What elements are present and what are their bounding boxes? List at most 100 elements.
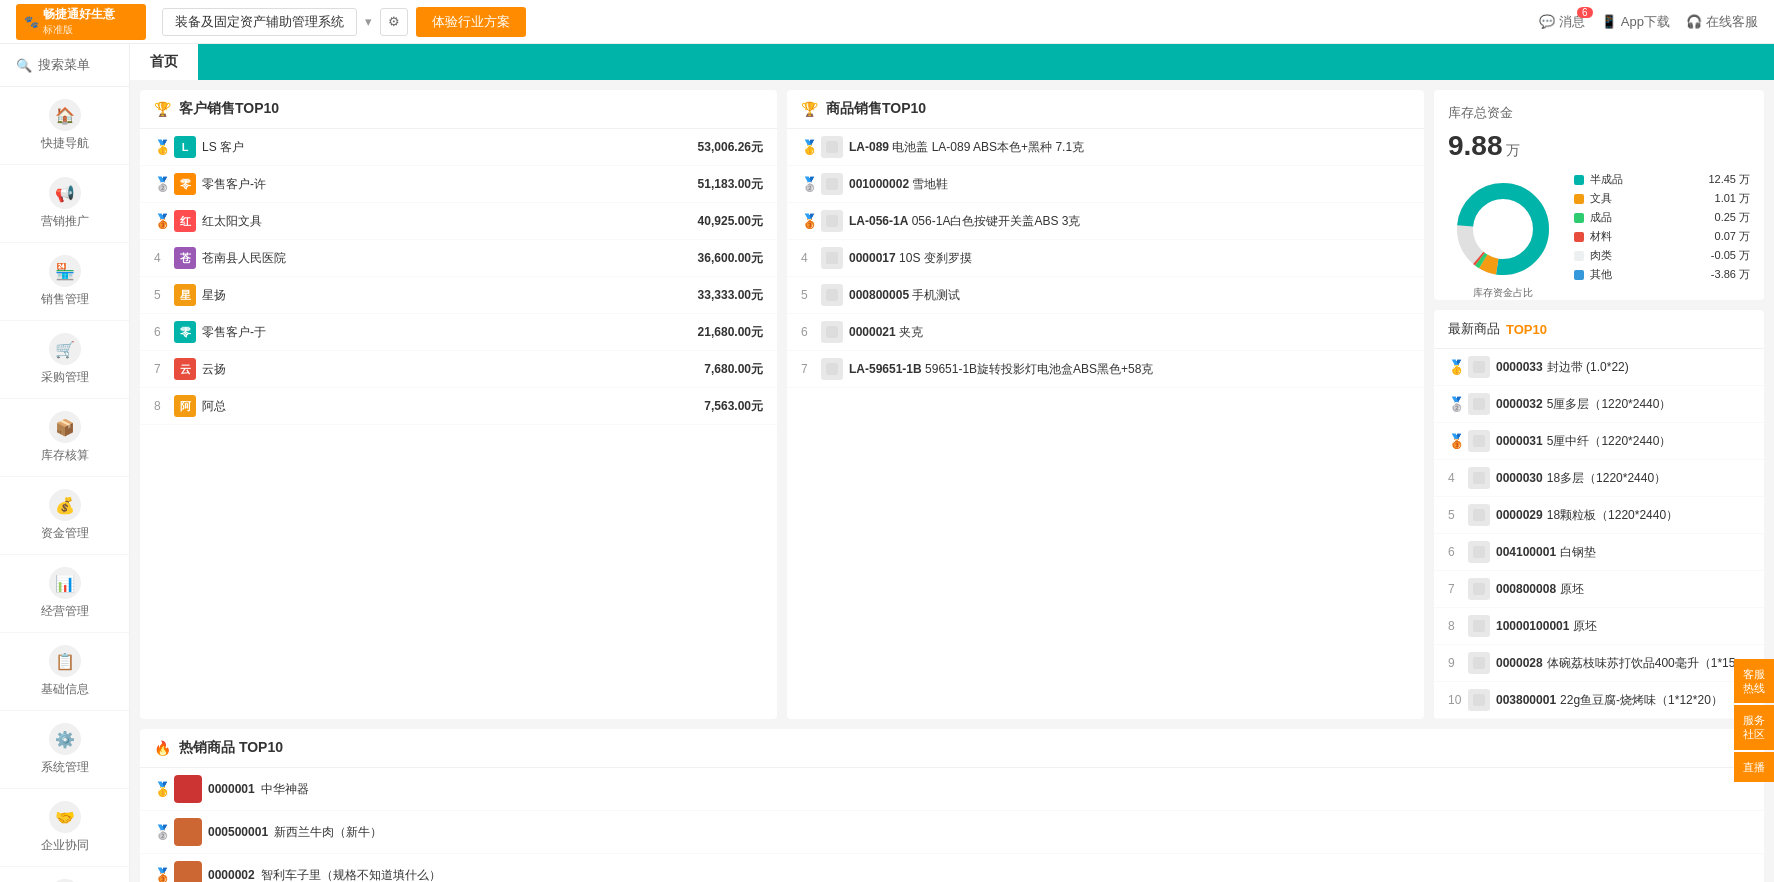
sidebar-item-basic[interactable]: 📋 基础信息 [0, 633, 129, 711]
list-item: 🥈 000500001新西兰牛肉（新牛） [140, 811, 1764, 854]
system-name[interactable]: 装备及固定资产辅助管理系统 [162, 8, 357, 36]
table-row: 5 000800005 手机测试 [787, 277, 1424, 314]
product-info: 000500001新西兰牛肉（新牛） [208, 824, 1750, 841]
table-row: 7 云 云扬 7,680.00元 [140, 351, 777, 388]
trial-button[interactable]: 体验行业方案 [416, 7, 526, 37]
latest-products-list: 🥇 0000033封边带 (1.0*22) 🥈 00000325厘多层（1220… [1434, 349, 1764, 719]
hot-products-list: 🥇 0000001中华神器 🥈 000500001新西兰牛肉（新牛） 🥉 000… [140, 768, 1764, 882]
online-service-button[interactable]: 🎧 在线客服 [1686, 13, 1758, 31]
hot-products-section: 🔥 热销商品 TOP10 🥇 0000001中华神器 🥈 000500001新西… [130, 729, 1774, 882]
gear-icon[interactable]: ⚙ [380, 8, 408, 36]
customer-value: 7,680.00元 [704, 361, 763, 378]
list-item: 🥇 0000033封边带 (1.0*22) [1434, 349, 1764, 386]
rank-number: 8 [154, 399, 174, 413]
product-avatar [1468, 578, 1490, 600]
medal-icon: 🥇 [1448, 359, 1468, 375]
rank-number: 5 [801, 288, 821, 302]
main-grid: 🏆 客户销售TOP10 🥇 L LS 客户 53,006.26元 🥈 零 零售客… [130, 80, 1774, 729]
inventory-unit: 万 [1506, 142, 1520, 158]
svg-rect-20 [1473, 657, 1485, 669]
table-row: 6 零 零售客户-于 21,680.00元 [140, 314, 777, 351]
customer-ranking-card: 🏆 客户销售TOP10 🥇 L LS 客户 53,006.26元 🥈 零 零售客… [140, 90, 777, 719]
product-info: 000800005 手机测试 [849, 287, 1410, 304]
list-item: 10 00380000122g鱼豆腐-烧烤味（1*12*20） [1434, 682, 1764, 719]
product-avatar [1468, 504, 1490, 526]
logo-line2: 标准版 [43, 23, 115, 37]
megaphone-icon: 📢 [49, 177, 81, 209]
top10-label: TOP10 [1506, 322, 1547, 337]
legend-value: 1.01 万 [1715, 191, 1750, 206]
nav-tabs: 首页 [130, 44, 1774, 80]
product-info: 000003018多层（1220*2440） [1496, 470, 1750, 487]
product-ranking-header: 🏆 商品销售TOP10 [787, 90, 1424, 129]
customer-name: 阿总 [202, 398, 696, 415]
hot-products-title: 热销商品 TOP10 [179, 739, 283, 757]
product-info: 0000033封边带 (1.0*22) [1496, 359, 1750, 376]
product-avatar [1468, 541, 1490, 563]
svg-rect-19 [1473, 620, 1485, 632]
legend-value: 0.25 万 [1715, 210, 1750, 225]
product-avatar [1468, 652, 1490, 674]
medal-icon: 🥈 [1448, 396, 1468, 412]
sidebar-item-system[interactable]: ⚙️ 系统管理 [0, 711, 129, 789]
product-info: 00380000122g鱼豆腐-烧烤味（1*12*20） [1496, 692, 1750, 709]
store-icon: 🏪 [49, 255, 81, 287]
clipboard-icon: 📋 [49, 645, 81, 677]
product-avatar [1468, 430, 1490, 452]
sidebar-item-label: 快捷导航 [41, 135, 89, 152]
legend-color-dot [1574, 270, 1584, 280]
home-icon: 🏠 [49, 99, 81, 131]
list-item: 🥈 00000325厘多层（1220*2440） [1434, 386, 1764, 423]
product-info: 00000325厘多层（1220*2440） [1496, 396, 1750, 413]
logo: 🐾 畅捷通好生意 标准版 [16, 4, 146, 40]
legend-value: 0.07 万 [1715, 229, 1750, 244]
customer-service-button[interactable]: 客服热线 [1734, 659, 1774, 704]
product-info: 10000100001原坯 [1496, 618, 1750, 635]
customer-value: 7,563.00元 [704, 398, 763, 415]
sidebar-item-guide[interactable]: 🎯 新手引导 [0, 867, 129, 882]
list-item: 🥉 00000315厘中纤（1220*2440） [1434, 423, 1764, 460]
customer-value: 36,600.00元 [698, 250, 763, 267]
tab-home[interactable]: 首页 [130, 44, 198, 80]
product-info: 000002918颗粒板（1220*2440） [1496, 507, 1750, 524]
list-item: 🥉 0000002智利车子里（规格不知道填什么） [140, 854, 1764, 882]
cart-icon: 🛒 [49, 333, 81, 365]
list-item: 8 10000100001原坯 [1434, 608, 1764, 645]
product-avatar [1468, 615, 1490, 637]
legend-color-dot [1574, 194, 1584, 204]
product-avatar [1468, 393, 1490, 415]
customer-avatar: 阿 [174, 395, 196, 417]
sidebar-item-sales[interactable]: 🏪 销售管理 [0, 243, 129, 321]
sidebar-item-inventory[interactable]: 📦 库存核算 [0, 399, 129, 477]
livestream-button[interactable]: 直播 [1734, 752, 1774, 782]
service-label: 在线客服 [1706, 13, 1758, 31]
chevron-down-icon[interactable]: ▾ [365, 14, 372, 29]
sidebar-item-operation[interactable]: 📊 经营管理 [0, 555, 129, 633]
legend-item: 材料 0.07 万 [1574, 229, 1750, 244]
sidebar-item-finance[interactable]: 💰 资金管理 [0, 477, 129, 555]
product-info: 0000028体碗荔枝味苏打饮品400毫升（1*15） [1496, 655, 1750, 672]
rank-number: 5 [154, 288, 174, 302]
messages-button[interactable]: 💬 消息 6 [1539, 13, 1585, 31]
rank-number: 4 [1448, 471, 1468, 485]
customer-name: 零售客户-许 [202, 176, 690, 193]
product-info: 0000001中华神器 [208, 781, 1750, 798]
product-info: 004100001白钢垫 [1496, 544, 1750, 561]
inventory-title: 库存总资金 [1448, 104, 1750, 122]
product-avatar [821, 247, 843, 269]
logo-icon: 🐾 [24, 15, 39, 29]
latest-title: 最新商品 [1448, 320, 1500, 338]
service-community-button[interactable]: 服务社区 [1734, 705, 1774, 750]
medal-icon: 🥈 [801, 176, 821, 192]
sidebar-item-company[interactable]: 🤝 企业协同 [0, 789, 129, 867]
app-download-button[interactable]: 📱 App下载 [1601, 13, 1670, 31]
search-menu-button[interactable]: 🔍 搜索菜单 [8, 52, 121, 78]
sidebar-item-purchase[interactable]: 🛒 采购管理 [0, 321, 129, 399]
svg-rect-0 [826, 141, 838, 153]
product-info: 0000002智利车子里（规格不知道填什么） [208, 867, 1750, 883]
sidebar-item-quick-nav[interactable]: 🏠 快捷导航 [0, 87, 129, 165]
logo-line1: 畅捷通好生意 [43, 6, 115, 23]
sidebar-item-marketing[interactable]: 📢 营销推广 [0, 165, 129, 243]
product-avatar [821, 358, 843, 380]
legend-name: 半成品 [1590, 172, 1702, 187]
